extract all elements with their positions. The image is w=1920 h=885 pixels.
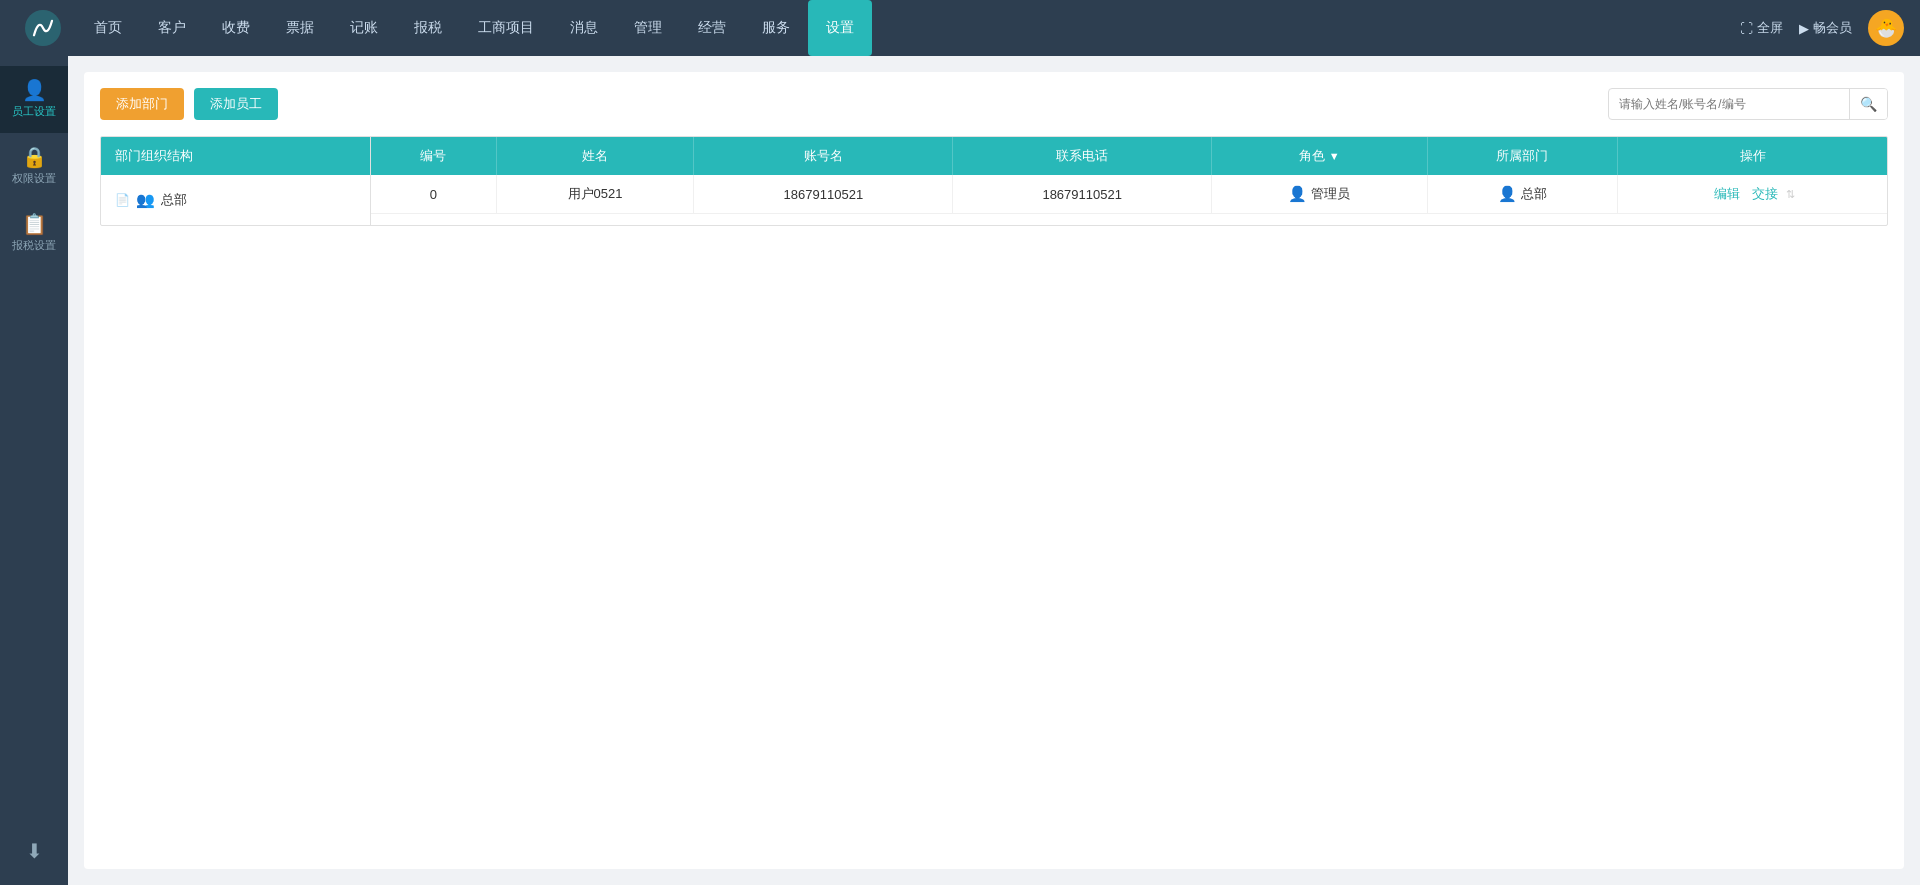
nav-tax[interactable]: 报税 xyxy=(396,0,460,56)
nav-accounting[interactable]: 记账 xyxy=(332,0,396,56)
fullscreen-label: 全屏 xyxy=(1757,19,1783,37)
content-inner: 添加部门 添加员工 🔍 部门组织结构 📄 👥 总部 xyxy=(84,72,1904,869)
search-button[interactable]: 🔍 xyxy=(1849,89,1887,119)
search-input[interactable] xyxy=(1609,97,1849,111)
nav-customer[interactable]: 客户 xyxy=(140,0,204,56)
sidebar-item-taxsetting[interactable]: 📋 报税设置 xyxy=(0,200,68,267)
nav-operation[interactable]: 经营 xyxy=(680,0,744,56)
col-role[interactable]: 角色 ▼ xyxy=(1212,137,1427,175)
org-tree-body: 📄 👥 总部 xyxy=(101,175,370,225)
nav-settings[interactable]: 设置 xyxy=(808,0,872,56)
table-area: 部门组织结构 📄 👥 总部 编号 xyxy=(100,136,1888,226)
search-bar: 🔍 xyxy=(1608,88,1888,120)
employee-table: 编号 姓名 账号名 联系电话 角色 ▼ 所属部门 操作 0 xyxy=(371,137,1887,225)
top-nav-right: ⛶ 全屏 ▶ 畅会员 🐣 xyxy=(1740,10,1920,46)
cell-role: 👤 管理员 xyxy=(1212,175,1427,214)
permission-icon: 🔒 xyxy=(22,147,47,167)
avatar[interactable]: 🐣 xyxy=(1868,10,1904,46)
employee-icon: 👤 xyxy=(22,80,47,100)
add-emp-button[interactable]: 添加员工 xyxy=(194,88,278,120)
cell-actions: 编辑 交接 ⇅ xyxy=(1618,175,1887,214)
row-scroll: ⇅ xyxy=(1786,188,1795,200)
col-name: 姓名 xyxy=(496,137,694,175)
nav-home[interactable]: 首页 xyxy=(76,0,140,56)
sidebar-item-permission[interactable]: 🔒 权限设置 xyxy=(0,133,68,200)
sidebar-label-employee: 员工设置 xyxy=(12,104,56,119)
org-tree: 部门组织结构 📄 👥 总部 xyxy=(101,137,371,225)
cell-phone: 18679110521 xyxy=(953,175,1212,214)
nav-service[interactable]: 服务 xyxy=(744,0,808,56)
col-account: 账号名 xyxy=(694,137,953,175)
toolbar: 添加部门 添加员工 🔍 xyxy=(100,88,1888,120)
nav-fee[interactable]: 收费 xyxy=(204,0,268,56)
top-navigation: 首页 客户 收费 票据 记账 报税 工商项目 消息 管理 经营 服务 设置 ⛶ … xyxy=(0,0,1920,56)
dept-label: 总部 xyxy=(1521,185,1547,203)
member-label: 畅会员 xyxy=(1813,19,1852,37)
sidebar-download-button[interactable]: ⬇ xyxy=(0,827,68,875)
cell-id: 0 xyxy=(371,175,496,214)
member-button[interactable]: ▶ 畅会员 xyxy=(1799,19,1852,37)
org-node-root[interactable]: 📄 👥 总部 xyxy=(101,183,370,217)
col-dept: 所属部门 xyxy=(1427,137,1618,175)
transfer-link[interactable]: 交接 xyxy=(1752,186,1778,201)
cell-account: 18679110521 xyxy=(694,175,953,214)
edit-link[interactable]: 编辑 xyxy=(1714,186,1740,201)
org-tree-header: 部门组织结构 xyxy=(101,137,370,175)
col-phone: 联系电话 xyxy=(953,137,1212,175)
video-icon: ▶ xyxy=(1799,21,1809,36)
nav-items: 首页 客户 收费 票据 记账 报税 工商项目 消息 管理 经营 服务 设置 xyxy=(76,0,1740,56)
col-action: 操作 xyxy=(1618,137,1887,175)
taxsetting-icon: 📋 xyxy=(22,214,47,234)
nav-business[interactable]: 工商项目 xyxy=(460,0,552,56)
table-row: 0 用户0521 18679110521 18679110521 👤 管理员 xyxy=(371,175,1887,214)
fullscreen-button[interactable]: ⛶ 全屏 xyxy=(1740,19,1783,37)
role-label: 管理员 xyxy=(1311,185,1350,203)
sidebar-item-employee[interactable]: 👤 员工设置 xyxy=(0,66,68,133)
sidebar-label-permission: 权限设置 xyxy=(12,171,56,186)
cell-name: 用户0521 xyxy=(496,175,694,214)
logo xyxy=(10,10,76,46)
user-group-icon: 👥 xyxy=(136,191,155,209)
file-icon: 📄 xyxy=(115,193,130,207)
cell-dept: 👤 总部 xyxy=(1427,175,1618,214)
add-dept-button[interactable]: 添加部门 xyxy=(100,88,184,120)
download-icon: ⬇ xyxy=(26,841,43,861)
employee-data-table: 编号 姓名 账号名 联系电话 角色 ▼ 所属部门 操作 0 xyxy=(371,137,1887,214)
org-node-label: 总部 xyxy=(161,191,187,209)
nav-message[interactable]: 消息 xyxy=(552,0,616,56)
content-area: 添加部门 添加员工 🔍 部门组织结构 📄 👥 总部 xyxy=(68,56,1920,885)
main-layout: 👤 员工设置 🔒 权限设置 📋 报税设置 ⬇ 添加部门 添加员工 � xyxy=(0,56,1920,885)
nav-invoice[interactable]: 票据 xyxy=(268,0,332,56)
table-header-row: 编号 姓名 账号名 联系电话 角色 ▼ 所属部门 操作 xyxy=(371,137,1887,175)
fullscreen-icon: ⛶ xyxy=(1740,21,1753,36)
sidebar: 👤 员工设置 🔒 权限设置 📋 报税设置 ⬇ xyxy=(0,56,68,885)
sidebar-bottom: ⬇ xyxy=(0,827,68,885)
dept-user-icon: 👤 xyxy=(1498,185,1517,203)
col-id: 编号 xyxy=(371,137,496,175)
sidebar-label-taxsetting: 报税设置 xyxy=(12,238,56,253)
nav-manage[interactable]: 管理 xyxy=(616,0,680,56)
role-user-icon: 👤 xyxy=(1288,185,1307,203)
